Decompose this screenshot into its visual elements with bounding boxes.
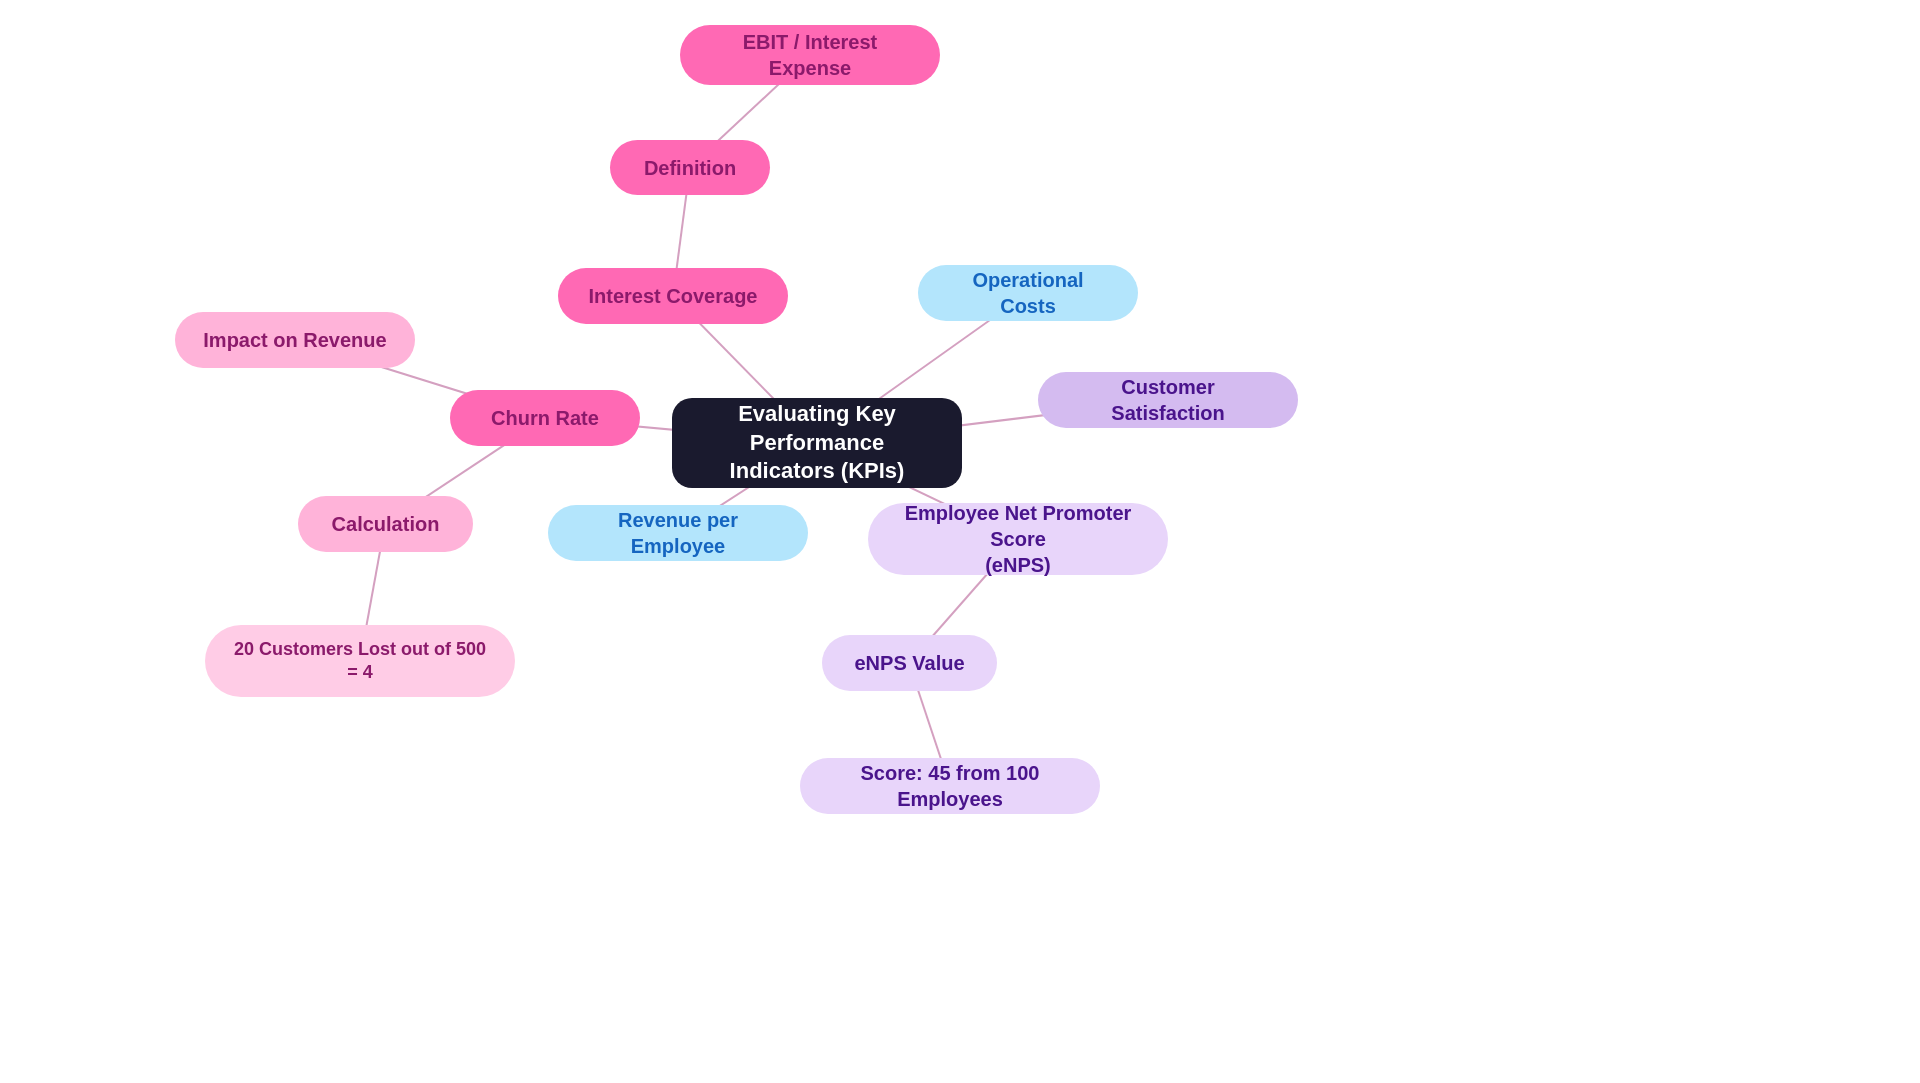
definition-node[interactable]: Definition xyxy=(610,140,770,195)
revenue-per-employee-node[interactable]: Revenue per Employee xyxy=(548,505,808,561)
calculation-label: Calculation xyxy=(332,511,440,537)
score-node[interactable]: Score: 45 from 100 Employees xyxy=(800,758,1100,814)
churn-rate-label: Churn Rate xyxy=(491,405,599,431)
score-label: Score: 45 from 100 Employees xyxy=(824,760,1076,812)
definition-label: Definition xyxy=(644,155,736,181)
enps-value-node[interactable]: eNPS Value xyxy=(822,635,997,691)
ebit-label: EBIT / Interest Expense xyxy=(704,29,916,81)
churn-rate-node[interactable]: Churn Rate xyxy=(450,390,640,446)
impact-on-revenue-node[interactable]: Impact on Revenue xyxy=(175,312,415,368)
customer-satisfaction-label: Customer Satisfaction xyxy=(1062,374,1274,426)
operational-costs-label: Operational Costs xyxy=(942,267,1114,319)
revenue-per-employee-label: Revenue per Employee xyxy=(572,507,784,559)
enps-node[interactable]: Employee Net Promoter Score (eNPS) xyxy=(868,503,1168,575)
interest-coverage-label: Interest Coverage xyxy=(589,283,758,309)
operational-costs-node[interactable]: Operational Costs xyxy=(918,265,1138,321)
calculation-node[interactable]: Calculation xyxy=(298,496,473,552)
impact-on-revenue-label: Impact on Revenue xyxy=(203,327,386,353)
customers-lost-label: 20 Customers Lost out of 500 = 4 xyxy=(234,638,486,685)
ebit-node[interactable]: EBIT / Interest Expense xyxy=(680,25,940,85)
enps-label: Employee Net Promoter Score (eNPS) xyxy=(892,500,1144,578)
customer-satisfaction-node[interactable]: Customer Satisfaction xyxy=(1038,372,1298,428)
center-label: Evaluating Key Performance Indicators (K… xyxy=(696,400,938,486)
enps-value-label: eNPS Value xyxy=(854,650,964,676)
interest-coverage-node[interactable]: Interest Coverage xyxy=(558,268,788,324)
center-node[interactable]: Evaluating Key Performance Indicators (K… xyxy=(672,398,962,488)
customers-lost-node[interactable]: 20 Customers Lost out of 500 = 4 xyxy=(205,625,515,697)
